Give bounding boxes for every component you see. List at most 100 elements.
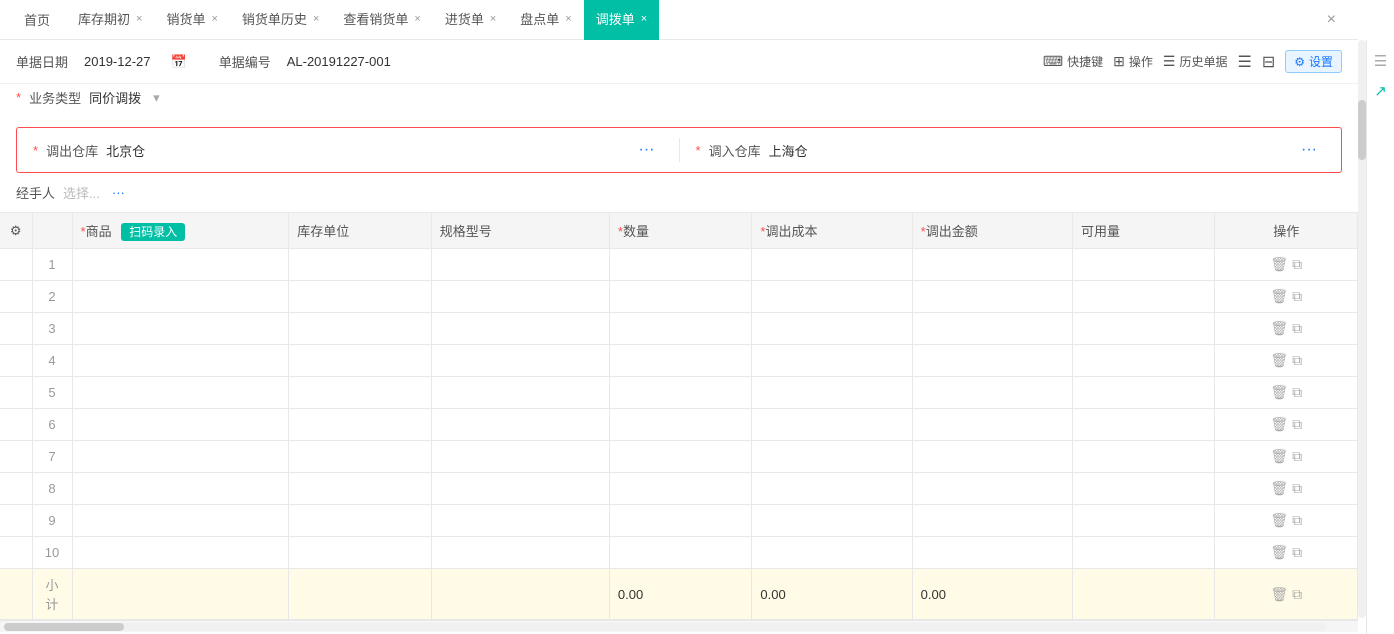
row-amount[interactable] xyxy=(912,473,1072,505)
row-delete-btn[interactable]: 🗑 xyxy=(1270,416,1288,433)
row-amount[interactable] xyxy=(912,409,1072,441)
row-product[interactable] xyxy=(72,473,289,505)
shortcuts-btn[interactable]: ⌨ 快捷键 xyxy=(1043,53,1103,70)
row-product[interactable] xyxy=(72,313,289,345)
row-spec[interactable] xyxy=(431,473,609,505)
row-amount[interactable] xyxy=(912,313,1072,345)
row-amount[interactable] xyxy=(912,441,1072,473)
row-delete-btn[interactable]: 🗑 xyxy=(1270,586,1288,603)
scan-btn[interactable]: 扫码录入 xyxy=(121,223,185,241)
biz-dropdown-arrow[interactable]: ▾ xyxy=(153,90,160,106)
list-view-btn[interactable]: ☰ xyxy=(1237,52,1251,72)
right-panel-list-icon[interactable]: ☰ xyxy=(1374,52,1387,70)
row-spec[interactable] xyxy=(431,537,609,569)
row-spec[interactable] xyxy=(431,249,609,281)
settings-btn[interactable]: ⚙ 设置 xyxy=(1285,50,1342,73)
row-copy-btn[interactable]: ⧉ xyxy=(1292,512,1302,529)
row-copy-btn[interactable]: ⧉ xyxy=(1292,256,1302,273)
row-copy-btn[interactable]: ⧉ xyxy=(1292,288,1302,305)
biz-value[interactable]: 同价调拨 xyxy=(89,88,141,107)
row-product[interactable] xyxy=(72,441,289,473)
row-avail[interactable] xyxy=(1072,569,1214,620)
tab-sales-history[interactable]: 销货单历史 × xyxy=(230,0,331,40)
row-amount[interactable] xyxy=(912,345,1072,377)
row-spec[interactable] xyxy=(431,313,609,345)
row-cost[interactable] xyxy=(752,281,912,313)
row-qty[interactable] xyxy=(609,505,751,537)
tab-close-view-sales[interactable]: × xyxy=(414,13,420,25)
row-unit[interactable] xyxy=(289,505,431,537)
grid-view-btn[interactable]: ⊟ xyxy=(1262,52,1275,72)
row-copy-btn[interactable]: ⧉ xyxy=(1292,480,1302,497)
row-delete-btn[interactable]: 🗑 xyxy=(1270,384,1288,401)
row-avail[interactable] xyxy=(1072,281,1214,313)
row-delete-btn[interactable]: 🗑 xyxy=(1270,256,1288,273)
row-spec[interactable] xyxy=(431,505,609,537)
row-product[interactable] xyxy=(72,345,289,377)
tab-close-transfer[interactable]: × xyxy=(641,13,647,25)
row-qty[interactable] xyxy=(609,377,751,409)
row-delete-btn[interactable]: 🗑 xyxy=(1270,480,1288,497)
row-unit[interactable] xyxy=(289,537,431,569)
out-warehouse-value[interactable]: 北京仓 xyxy=(106,141,145,160)
row-product[interactable] xyxy=(72,377,289,409)
row-spec[interactable] xyxy=(431,377,609,409)
row-copy-btn[interactable]: ⧉ xyxy=(1292,586,1302,603)
row-unit[interactable] xyxy=(289,569,431,620)
row-qty[interactable] xyxy=(609,537,751,569)
tab-close-inventory[interactable]: × xyxy=(136,13,142,25)
row-avail[interactable] xyxy=(1072,345,1214,377)
row-unit[interactable] xyxy=(289,313,431,345)
operations-btn[interactable]: ⊞ 操作 xyxy=(1113,53,1153,70)
row-qty[interactable] xyxy=(609,473,751,505)
tab-view-sales[interactable]: 查看销货单 × xyxy=(331,0,432,40)
row-cost[interactable] xyxy=(752,473,912,505)
row-unit[interactable] xyxy=(289,345,431,377)
row-copy-btn[interactable]: ⧉ xyxy=(1292,544,1302,561)
row-spec[interactable] xyxy=(431,281,609,313)
row-avail[interactable] xyxy=(1072,473,1214,505)
window-close-btn[interactable]: × xyxy=(1313,11,1350,29)
row-product[interactable] xyxy=(72,569,289,620)
row-avail[interactable] xyxy=(1072,249,1214,281)
out-warehouse-more-btn[interactable]: ··· xyxy=(631,141,663,159)
row-cost[interactable] xyxy=(752,313,912,345)
row-delete-btn[interactable]: 🗑 xyxy=(1270,512,1288,529)
row-delete-btn[interactable]: 🗑 xyxy=(1270,544,1288,561)
row-qty[interactable] xyxy=(609,313,751,345)
tab-close-sales-history[interactable]: × xyxy=(313,13,319,25)
row-copy-btn[interactable]: ⧉ xyxy=(1292,448,1302,465)
tab-sales-order[interactable]: 销货单 × xyxy=(154,0,229,40)
row-delete-btn[interactable]: 🗑 xyxy=(1270,448,1288,465)
row-amount[interactable]: 0.00 xyxy=(912,569,1072,620)
row-product[interactable] xyxy=(72,281,289,313)
row-qty[interactable]: 0.00 xyxy=(609,569,751,620)
row-copy-btn[interactable]: ⧉ xyxy=(1292,320,1302,337)
row-copy-btn[interactable]: ⧉ xyxy=(1292,352,1302,369)
horizontal-scrollbar[interactable] xyxy=(0,620,1358,632)
row-copy-btn[interactable]: ⧉ xyxy=(1292,384,1302,401)
tab-inventory-init[interactable]: 库存期初 × xyxy=(66,0,154,40)
row-amount[interactable] xyxy=(912,537,1072,569)
tab-transfer[interactable]: 调拨单 × xyxy=(584,0,659,40)
row-cost[interactable]: 0.00 xyxy=(752,569,912,620)
row-avail[interactable] xyxy=(1072,409,1214,441)
tab-purchase[interactable]: 进货单 × xyxy=(433,0,508,40)
in-warehouse-value[interactable]: 上海仓 xyxy=(769,141,808,160)
in-warehouse-more-btn[interactable]: ··· xyxy=(1293,141,1325,159)
row-copy-btn[interactable]: ⧉ xyxy=(1292,416,1302,433)
history-btn[interactable]: ☰ 历史单据 xyxy=(1163,53,1228,70)
row-avail[interactable] xyxy=(1072,313,1214,345)
row-product[interactable] xyxy=(72,249,289,281)
row-unit[interactable] xyxy=(289,281,431,313)
row-amount[interactable] xyxy=(912,377,1072,409)
right-panel-export-icon[interactable]: ↗ xyxy=(1374,82,1387,100)
row-unit[interactable] xyxy=(289,473,431,505)
row-qty[interactable] xyxy=(609,441,751,473)
row-delete-btn[interactable]: 🗑 xyxy=(1270,288,1288,305)
vertical-scrollbar[interactable] xyxy=(1358,40,1366,618)
row-amount[interactable] xyxy=(912,281,1072,313)
row-cost[interactable] xyxy=(752,505,912,537)
row-cost[interactable] xyxy=(752,249,912,281)
row-unit[interactable] xyxy=(289,249,431,281)
